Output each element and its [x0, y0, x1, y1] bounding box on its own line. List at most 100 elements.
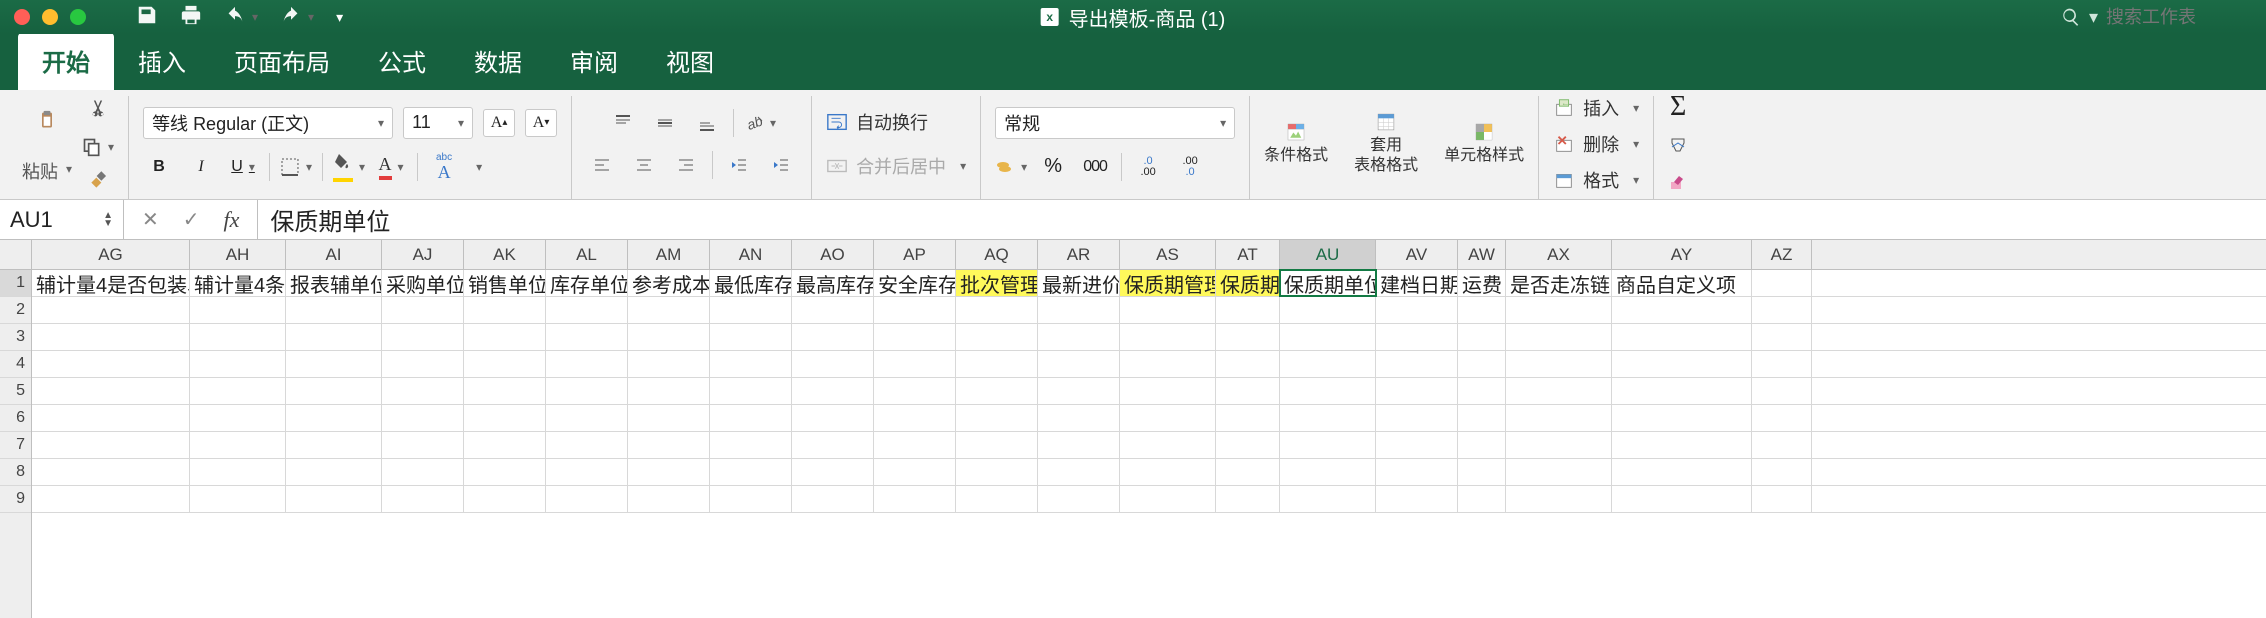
- decrease-font-button[interactable]: A▾: [525, 109, 557, 137]
- percent-button[interactable]: %: [1037, 153, 1069, 181]
- fx-icon[interactable]: fx: [224, 207, 240, 233]
- cell-AJ7[interactable]: [382, 432, 464, 458]
- row-header-1[interactable]: 1: [0, 270, 31, 297]
- cell-AZ3[interactable]: [1752, 324, 1812, 350]
- cell-AZ8[interactable]: [1752, 459, 1812, 485]
- cell-AI2[interactable]: [286, 297, 382, 323]
- cell-AM9[interactable]: [628, 486, 710, 512]
- cell-AQ7[interactable]: [956, 432, 1038, 458]
- column-header-AW[interactable]: AW: [1458, 240, 1506, 269]
- cell-AN6[interactable]: [710, 405, 792, 431]
- cell-AV1[interactable]: 建档日期: [1376, 270, 1458, 296]
- cell-AM3[interactable]: [628, 324, 710, 350]
- cell-AY6[interactable]: [1612, 405, 1752, 431]
- cell-AG8[interactable]: [32, 459, 190, 485]
- copy-button[interactable]: ▾: [82, 137, 114, 157]
- cell-AN5[interactable]: [710, 378, 792, 404]
- currency-button[interactable]: ▾: [995, 153, 1027, 181]
- cell-AO2[interactable]: [792, 297, 874, 323]
- cell-styles-button[interactable]: 单元格样式: [1444, 122, 1524, 165]
- cell-AJ9[interactable]: [382, 486, 464, 512]
- align-right-button[interactable]: [670, 151, 702, 179]
- cell-AX3[interactable]: [1506, 324, 1612, 350]
- qat-customize-icon[interactable]: ▾: [336, 9, 343, 26]
- merge-center-button[interactable]: 合并后居中▾: [826, 153, 966, 179]
- name-box-stepper[interactable]: ▲▼: [103, 212, 113, 228]
- cell-AJ5[interactable]: [382, 378, 464, 404]
- cell-AH1[interactable]: 辅计量4条码: [190, 270, 286, 296]
- search-input[interactable]: [2106, 7, 2246, 28]
- column-header-AH[interactable]: AH: [190, 240, 286, 269]
- cell-AN4[interactable]: [710, 351, 792, 377]
- cell-AZ6[interactable]: [1752, 405, 1812, 431]
- cell-AZ1[interactable]: [1752, 270, 1812, 296]
- cell-AV3[interactable]: [1376, 324, 1458, 350]
- increase-decimal-button[interactable]: .0.00: [1132, 153, 1164, 181]
- cell-AW4[interactable]: [1458, 351, 1506, 377]
- cell-AY8[interactable]: [1612, 459, 1752, 485]
- cell-AX5[interactable]: [1506, 378, 1612, 404]
- cell-AS6[interactable]: [1120, 405, 1216, 431]
- tab-data[interactable]: 数据: [450, 33, 546, 90]
- cell-AL9[interactable]: [546, 486, 628, 512]
- cell-AQ5[interactable]: [956, 378, 1038, 404]
- column-header-AN[interactable]: AN: [710, 240, 792, 269]
- tab-insert[interactable]: 插入: [114, 33, 210, 90]
- cell-AQ2[interactable]: [956, 297, 1038, 323]
- cell-AI1[interactable]: 报表辅单位: [286, 270, 382, 296]
- cell-AW8[interactable]: [1458, 459, 1506, 485]
- column-header-AZ[interactable]: AZ: [1752, 240, 1812, 269]
- cell-AY9[interactable]: [1612, 486, 1752, 512]
- cell-AI7[interactable]: [286, 432, 382, 458]
- comma-button[interactable]: 000: [1079, 153, 1111, 181]
- format-as-table-button[interactable]: 套用 表格格式: [1354, 112, 1418, 174]
- cell-AH9[interactable]: [190, 486, 286, 512]
- cell-AK4[interactable]: [464, 351, 546, 377]
- align-center-button[interactable]: [628, 151, 660, 179]
- cell-AP8[interactable]: [874, 459, 956, 485]
- cell-AZ7[interactable]: [1752, 432, 1812, 458]
- phonetic-button[interactable]: abcA: [428, 153, 460, 181]
- cell-AP3[interactable]: [874, 324, 956, 350]
- cell-AI5[interactable]: [286, 378, 382, 404]
- column-header-AP[interactable]: AP: [874, 240, 956, 269]
- cell-AT9[interactable]: [1216, 486, 1280, 512]
- tab-formulas[interactable]: 公式: [354, 33, 450, 90]
- column-header-AX[interactable]: AX: [1506, 240, 1612, 269]
- redo-icon[interactable]: ▾: [280, 6, 314, 28]
- cell-AL2[interactable]: [546, 297, 628, 323]
- decrease-decimal-button[interactable]: .00.0: [1174, 153, 1206, 181]
- cell-AK2[interactable]: [464, 297, 546, 323]
- cell-AT1[interactable]: 保质期: [1216, 270, 1280, 296]
- cell-AG4[interactable]: [32, 351, 190, 377]
- cell-AJ1[interactable]: 采购单位: [382, 270, 464, 296]
- save-icon[interactable]: [136, 4, 158, 31]
- cell-AJ2[interactable]: [382, 297, 464, 323]
- cell-AR3[interactable]: [1038, 324, 1120, 350]
- row-header-4[interactable]: 4: [0, 351, 31, 378]
- cell-AL6[interactable]: [546, 405, 628, 431]
- cell-AP5[interactable]: [874, 378, 956, 404]
- align-middle-button[interactable]: [649, 109, 681, 137]
- cell-AU3[interactable]: [1280, 324, 1376, 350]
- cell-AP4[interactable]: [874, 351, 956, 377]
- cell-AG7[interactable]: [32, 432, 190, 458]
- cell-AG3[interactable]: [32, 324, 190, 350]
- cell-AH5[interactable]: [190, 378, 286, 404]
- cell-AP1[interactable]: 安全库存: [874, 270, 956, 296]
- cell-AM4[interactable]: [628, 351, 710, 377]
- cell-AK9[interactable]: [464, 486, 546, 512]
- formula-input[interactable]: 保质期单位: [257, 200, 2266, 239]
- cell-AO3[interactable]: [792, 324, 874, 350]
- cell-AG2[interactable]: [32, 297, 190, 323]
- cell-AJ8[interactable]: [382, 459, 464, 485]
- format-cells-button[interactable]: 格式▾: [1553, 167, 1639, 193]
- cell-AW2[interactable]: [1458, 297, 1506, 323]
- name-box[interactable]: AU1 ▲▼: [0, 200, 124, 239]
- cell-AS4[interactable]: [1120, 351, 1216, 377]
- tab-review[interactable]: 审阅: [546, 33, 642, 90]
- cell-AM5[interactable]: [628, 378, 710, 404]
- cell-AT7[interactable]: [1216, 432, 1280, 458]
- cell-AO4[interactable]: [792, 351, 874, 377]
- cell-AP9[interactable]: [874, 486, 956, 512]
